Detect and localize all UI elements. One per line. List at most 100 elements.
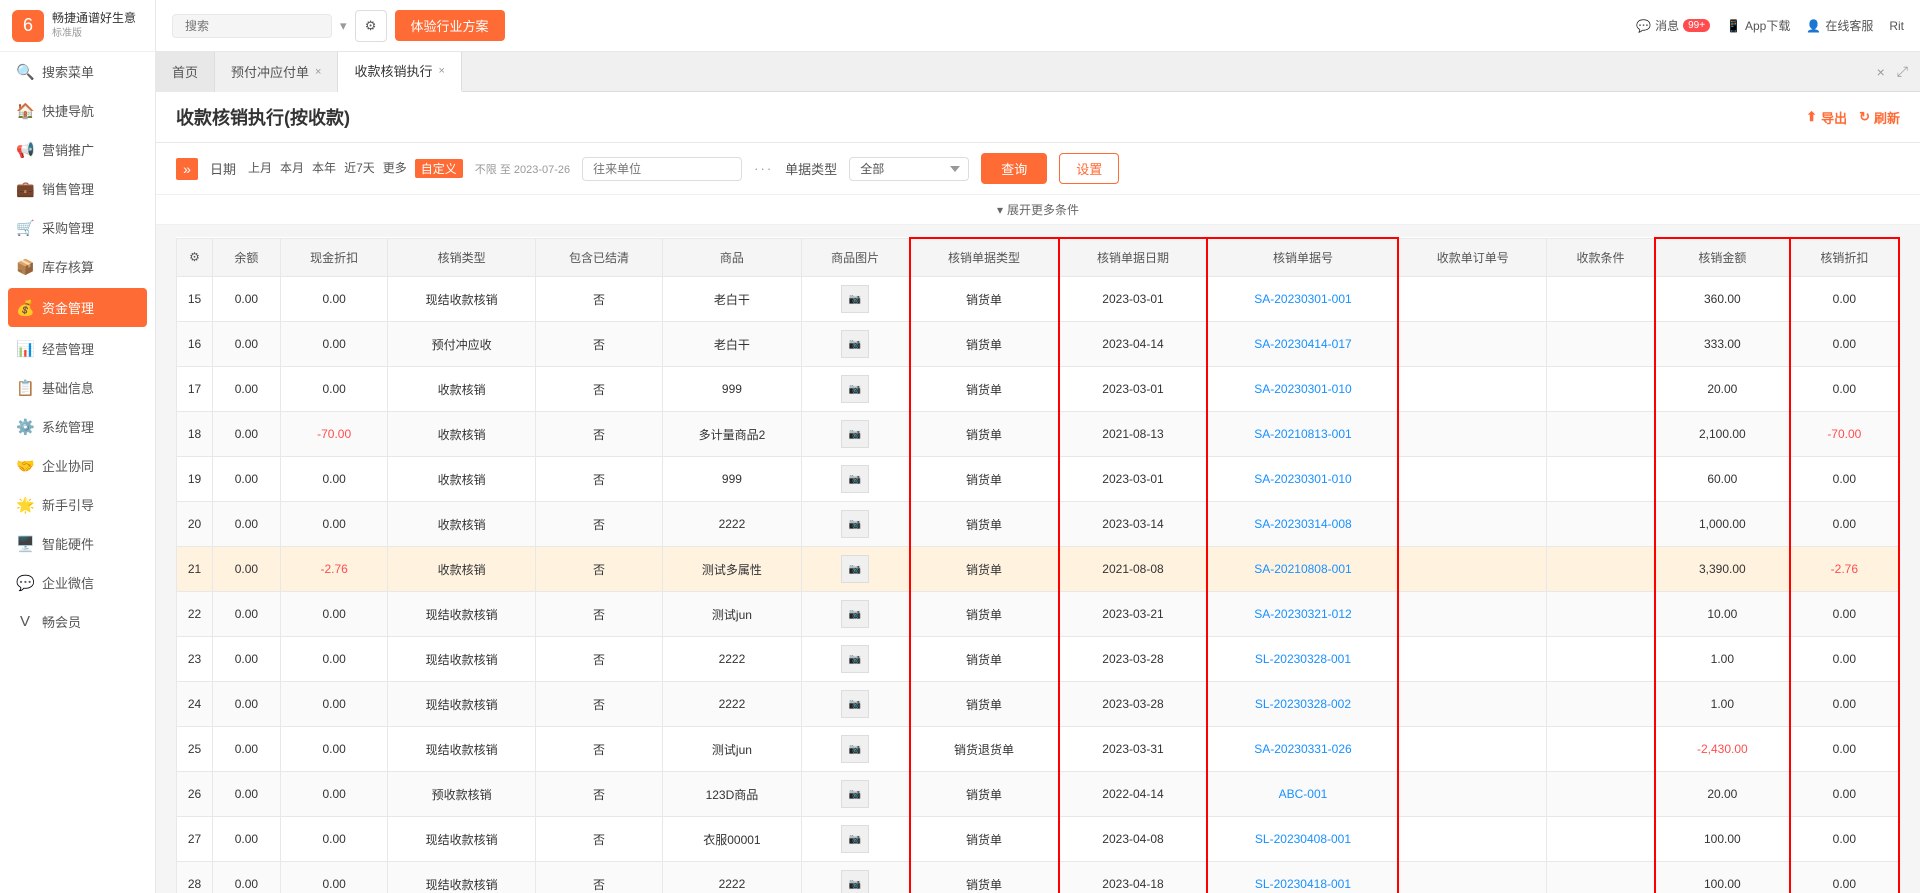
table-cell: 0.00 [280, 817, 388, 862]
sidebar-item-member[interactable]: V 畅会员 [0, 602, 155, 641]
topbar-settings-icon[interactable]: ⚙ [355, 10, 387, 42]
sidebar-item-search[interactable]: 🔍 搜索菜单 [0, 52, 155, 91]
sidebar-item-system[interactable]: ⚙️ 系统管理 [0, 407, 155, 446]
page-title-bar: 收款核销执行(按收款) ⬆ 导出 ↻ 刷新 [176, 104, 1900, 142]
table-cell: 📷 [801, 727, 909, 772]
date-custom[interactable]: 自定义 [415, 159, 463, 178]
table-cell [1547, 817, 1655, 862]
sidebar-item-purchase[interactable]: 🛒 采购管理 [0, 208, 155, 247]
sidebar-item-inventory[interactable]: 📦 库存核算 [0, 247, 155, 286]
date-last-month[interactable]: 上月 [248, 159, 272, 178]
table-cell: 0.00 [1790, 772, 1899, 817]
tab-verify[interactable]: 收款核销执行 × [338, 52, 461, 92]
date-this-year[interactable]: 本年 [312, 159, 336, 178]
table-cell[interactable]: SL-20230328-002 [1207, 682, 1398, 727]
tab-expand-btn[interactable]: ⤢ [1893, 59, 1912, 84]
sidebar-item-enterprise[interactable]: 🤝 企业协同 [0, 446, 155, 485]
tab-home[interactable]: 首页 [156, 52, 215, 92]
sidebar-item-finance[interactable]: 💰 资金管理 [8, 288, 147, 327]
table-cell: 0.00 [280, 727, 388, 772]
counterparty-input[interactable] [582, 157, 742, 181]
table-cell: 23 [177, 637, 213, 682]
sidebar-item-operation[interactable]: 📊 经营管理 [0, 329, 155, 368]
table-cell[interactable]: SA-20210808-001 [1207, 547, 1398, 592]
table-cell[interactable]: SA-20230301-010 [1207, 367, 1398, 412]
tab-prepay-close[interactable]: × [315, 66, 321, 78]
page-title-actions: ⬆ 导出 ↻ 刷新 [1806, 108, 1900, 127]
table-cell: 999 [663, 367, 801, 412]
table-cell: 0.00 [213, 322, 281, 367]
table-cell[interactable]: SL-20230408-001 [1207, 817, 1398, 862]
table-cell [1398, 727, 1546, 772]
table-cell[interactable]: SA-20230331-026 [1207, 727, 1398, 772]
date-label: 日期 [210, 159, 236, 178]
table-cell: 333.00 [1655, 322, 1790, 367]
message-area[interactable]: 💬 消息 99+ [1636, 17, 1710, 34]
table-header-row: ⚙ 余额 现金折扣 核销类型 包含已结清 商品 商品图片 核销单据类型 核销单据… [177, 238, 1900, 277]
setting-btn[interactable]: 设置 [1059, 153, 1119, 184]
table-cell: 否 [535, 322, 662, 367]
table-cell[interactable]: SA-20230301-010 [1207, 457, 1398, 502]
table-cell[interactable]: SA-20230414-017 [1207, 322, 1398, 367]
topbar-dropdown-icon[interactable]: ▾ [340, 18, 347, 34]
basic-icon: 📋 [16, 379, 34, 397]
table-cell: 0.00 [213, 862, 281, 893]
sidebar-item-guide[interactable]: 🌟 新手引导 [0, 485, 155, 524]
sidebar-item-quick[interactable]: 🏠 快捷导航 [0, 91, 155, 130]
table-cell: 销货单 [910, 277, 1059, 322]
date-more[interactable]: 更多 [383, 159, 407, 178]
filter-dots: ··· [754, 161, 773, 176]
table-cell[interactable]: SA-20230321-012 [1207, 592, 1398, 637]
message-badge: 99+ [1683, 19, 1710, 32]
expand-chevron-icon: ▾ [997, 203, 1003, 217]
col-verify-date: 核销单据日期 [1059, 238, 1208, 277]
table-cell: 21 [177, 547, 213, 592]
app-download-btn[interactable]: 📱 App下载 [1726, 17, 1790, 34]
table-cell[interactable]: SA-20230301-001 [1207, 277, 1398, 322]
sidebar-item-basic[interactable]: 📋 基础信息 [0, 368, 155, 407]
tab-verify-close[interactable]: × [438, 65, 444, 77]
table-cell[interactable]: SA-20210813-001 [1207, 412, 1398, 457]
query-btn[interactable]: 查询 [981, 153, 1047, 184]
date-7days[interactable]: 近7天 [344, 159, 375, 178]
col-settings-icon[interactable]: ⚙ [189, 250, 200, 264]
message-icon: 💬 [1636, 19, 1651, 33]
table-cell: 0.00 [213, 637, 281, 682]
table-cell: 0.00 [1790, 727, 1899, 772]
table-row: 210.00-2.76收款核销否测试多属性📷销货单2021-08-08SA-20… [177, 547, 1900, 592]
col-settings[interactable]: ⚙ [177, 238, 213, 277]
refresh-btn[interactable]: ↻ 刷新 [1859, 108, 1900, 127]
sidebar-item-sales[interactable]: 💼 销售管理 [0, 169, 155, 208]
table-cell: 预收款核销 [388, 772, 535, 817]
filter-expand-btn[interactable]: » [176, 158, 198, 180]
system-icon: ⚙️ [16, 418, 34, 436]
table-cell[interactable]: SL-20230418-001 [1207, 862, 1398, 893]
industry-btn[interactable]: 体验行业方案 [395, 10, 505, 41]
table-row: 150.000.00现结收款核销否老白干📷销货单2023-03-01SA-202… [177, 277, 1900, 322]
table-cell [1547, 637, 1655, 682]
marketing-icon: 📢 [16, 141, 34, 159]
table-cell[interactable]: SA-20230314-008 [1207, 502, 1398, 547]
table-row: 230.000.00现结收款核销否2222📷销货单2023-03-28SL-20… [177, 637, 1900, 682]
tab-close-btn[interactable]: × [1873, 60, 1889, 84]
sidebar-item-marketing[interactable]: 📢 营销推广 [0, 130, 155, 169]
table-cell: 销货单 [910, 367, 1059, 412]
table-cell[interactable]: SL-20230328-001 [1207, 637, 1398, 682]
table-cell: 收款核销 [388, 502, 535, 547]
table-cell[interactable]: ABC-001 [1207, 772, 1398, 817]
online-service-btn[interactable]: 👤 在线客服 [1806, 17, 1873, 34]
user-name[interactable]: Rit [1889, 19, 1904, 33]
order-type-select[interactable]: 全部 [849, 157, 969, 181]
operation-icon: 📊 [16, 340, 34, 358]
table-cell: 衣服00001 [663, 817, 801, 862]
table-cell: 否 [535, 727, 662, 772]
sidebar-item-wechat[interactable]: 💬 企业微信 [0, 563, 155, 602]
expand-more-btn[interactable]: ▾ 展开更多条件 [997, 201, 1079, 218]
tab-prepay[interactable]: 预付冲应付单 × [215, 52, 338, 92]
export-btn[interactable]: ⬆ 导出 [1806, 108, 1847, 127]
table-row: 240.000.00现结收款核销否2222📷销货单2023-03-28SL-20… [177, 682, 1900, 727]
date-this-month[interactable]: 本月 [280, 159, 304, 178]
col-verify-bill-type: 核销单据类型 [910, 238, 1059, 277]
topbar-search-input[interactable] [172, 14, 332, 38]
sidebar-item-hardware[interactable]: 🖥️ 智能硬件 [0, 524, 155, 563]
